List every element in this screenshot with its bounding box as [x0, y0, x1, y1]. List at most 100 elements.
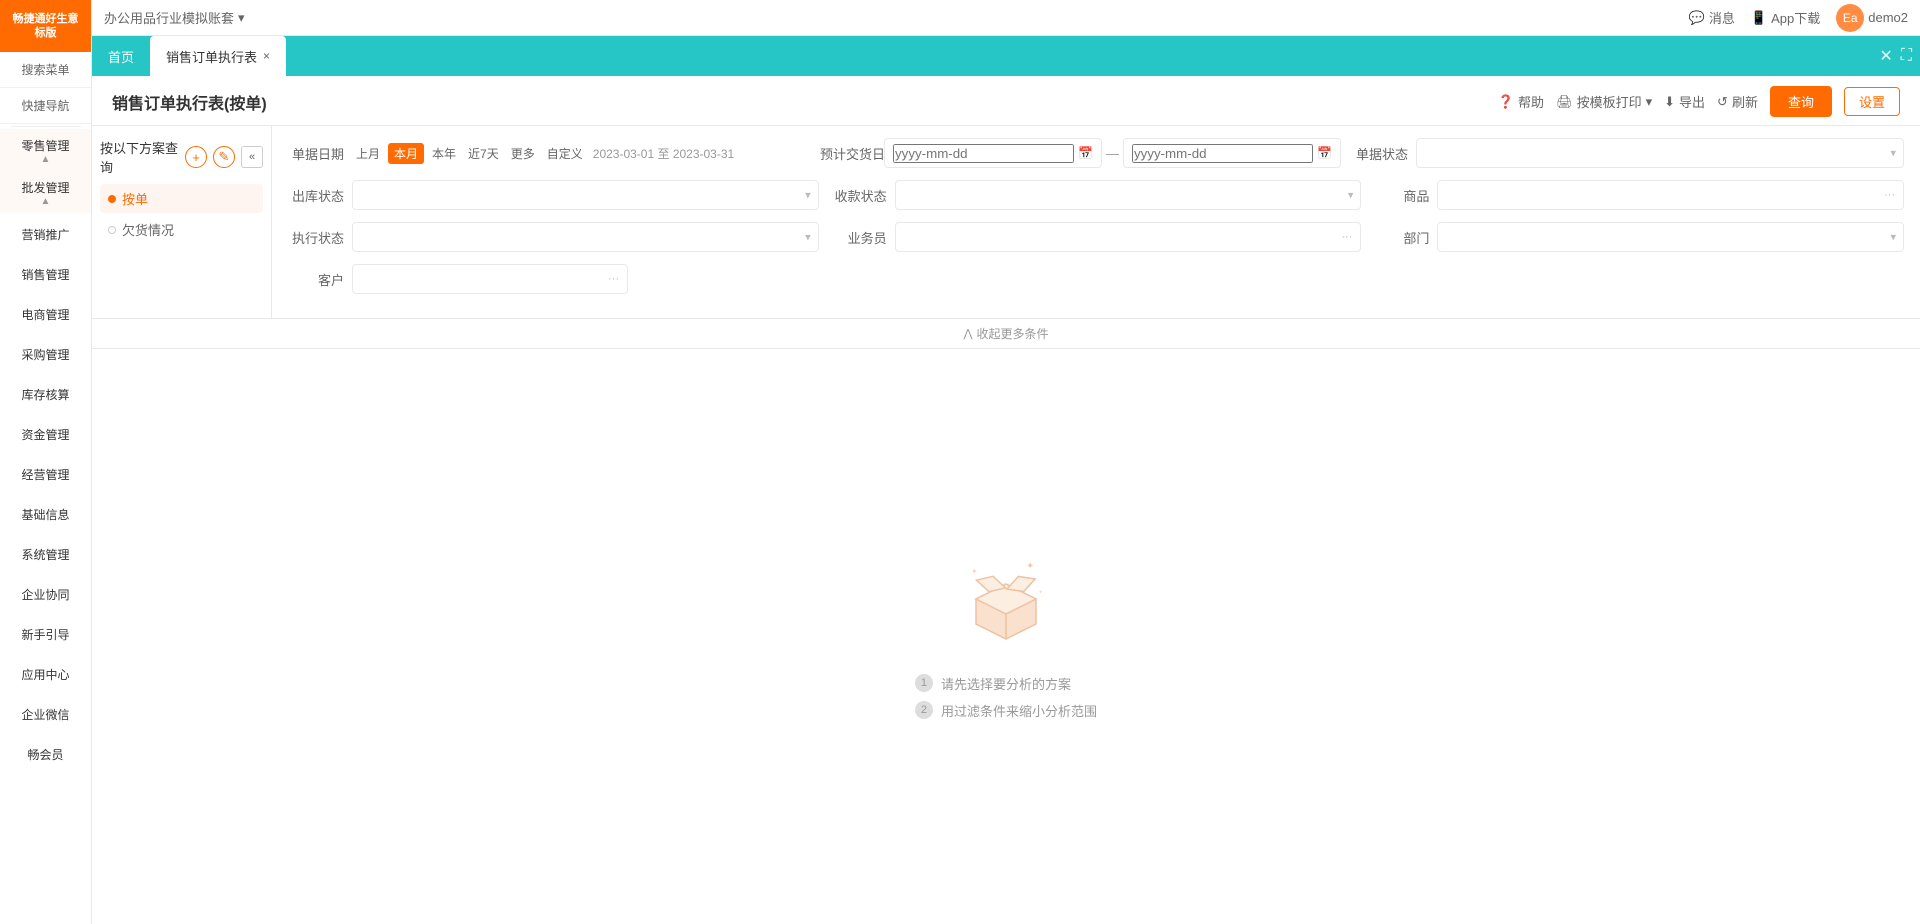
sidebar-item-ecommerce[interactable]: 电商管理: [0, 293, 92, 333]
delivery-status-select[interactable]: [352, 180, 819, 210]
salesperson-more-icon[interactable]: ···: [1341, 231, 1352, 243]
help-button[interactable]: ❓ 帮助: [1498, 92, 1544, 111]
topbar-user[interactable]: Ea demo2: [1836, 4, 1908, 32]
sidebar-item-wechat[interactable]: 企业微信: [0, 693, 92, 733]
sidebar-item-operations[interactable]: 经营管理: [0, 453, 92, 493]
sidebar-item-enterprise-label: 企业协同: [21, 586, 69, 603]
svg-text:✦: ✦: [1026, 561, 1034, 572]
exec-status-select[interactable]: [352, 222, 819, 252]
salesperson-input[interactable]: ···: [895, 222, 1362, 252]
tab-expand-button[interactable]: ⛶: [1901, 47, 1912, 65]
sidebar-item-system[interactable]: 系统管理: [0, 533, 92, 573]
query-button[interactable]: 查询: [1770, 86, 1832, 117]
plan-active-dot: [108, 195, 116, 203]
filter-salesperson-label: 业务员: [831, 228, 887, 247]
sidebar-item-inventory[interactable]: 库存核算: [0, 373, 92, 413]
sidebar-item-app-center-label: 应用中心: [21, 666, 69, 683]
sidebar-quick-nav[interactable]: 快捷导航: [0, 88, 92, 124]
tab-close-icon[interactable]: ×: [263, 49, 270, 63]
sidebar-item-wechat-label: 企业微信: [21, 706, 69, 723]
date-separator: —: [1106, 146, 1119, 161]
filter-plan-actions: + ✎ «: [185, 146, 263, 168]
export-button[interactable]: ⬇ 导出: [1664, 92, 1705, 111]
add-plan-button[interactable]: +: [185, 146, 207, 168]
sidebar-item-retail-arrow: ▲: [41, 154, 51, 165]
sidebar-item-sales[interactable]: 销售管理: [0, 253, 92, 293]
sidebar-logo-text: 畅捷通好生意: [13, 12, 79, 26]
sidebar-item-marketing[interactable]: 营销推广: [0, 213, 92, 253]
sidebar-item-wholesale[interactable]: 批发管理 ▲: [0, 171, 92, 213]
filter-field-product: 商品 ···: [1373, 180, 1904, 210]
expected-date-start-input[interactable]: [893, 144, 1074, 163]
filter-field-expected-date: 预计交货日期 📅 — 📅: [820, 138, 1340, 168]
sidebar-item-member[interactable]: 畅会员: [0, 733, 92, 773]
dept-select[interactable]: [1437, 222, 1904, 252]
sidebar-item-enterprise[interactable]: 企业协同: [0, 573, 92, 613]
export-label: 导出: [1679, 92, 1705, 111]
sidebar-search-label: 搜索菜单: [21, 61, 69, 78]
empty-tip-1-text: 请先选择要分析的方案: [941, 674, 1071, 693]
svg-text:✦: ✦: [971, 567, 978, 576]
filter-field-delivery-status: 出库状态: [288, 180, 819, 210]
sidebar-item-inventory-label: 库存核算: [21, 386, 69, 403]
settings-button[interactable]: 设置: [1844, 87, 1900, 116]
sidebar-item-marketing-label: 营销推广: [21, 226, 69, 243]
empty-tip-1: 1 请先选择要分析的方案: [915, 674, 1097, 693]
sidebar: 畅捷通好生意 标版 搜索菜单 快捷导航 零售管理 ▲ 批发管理 ▲ 营销推广 销…: [0, 0, 92, 924]
filter-plan-title: 按以下方案查询: [100, 138, 185, 176]
customer-more-icon[interactable]: ···: [608, 273, 619, 285]
print-button[interactable]: 🖨 按模板打印 ▾: [1556, 92, 1652, 111]
plan-item-按单[interactable]: 按单: [100, 184, 263, 213]
filter-field-dept: 部门: [1373, 222, 1904, 252]
filter-dept-label: 部门: [1373, 228, 1429, 247]
customer-input[interactable]: ···: [352, 264, 628, 294]
date-tab-this-month[interactable]: 本月: [388, 143, 424, 164]
sidebar-item-finance-label: 资金管理: [21, 426, 69, 443]
topbar-app-download[interactable]: 📱 App下载: [1751, 8, 1820, 27]
exec-status-select-wrapper: [352, 222, 819, 252]
doc-status-select[interactable]: [1416, 138, 1904, 168]
topbar-title-text: 办公用品行业模拟账套: [104, 8, 234, 27]
sidebar-item-retail[interactable]: 零售管理 ▲: [0, 129, 92, 171]
print-label: 按模板打印: [1577, 92, 1642, 111]
sidebar-item-finance[interactable]: 资金管理: [0, 413, 92, 453]
payment-status-select[interactable]: [895, 180, 1362, 210]
tab-sales-execution[interactable]: 销售订单执行表 ×: [150, 36, 286, 76]
sidebar-search[interactable]: 搜索菜单: [0, 52, 92, 88]
expected-date-end-input[interactable]: [1132, 144, 1313, 163]
topbar-title-arrow[interactable]: ▾: [238, 10, 245, 26]
sidebar-item-basic-info[interactable]: 基础信息: [0, 493, 92, 533]
product-input[interactable]: ···: [1437, 180, 1904, 210]
expected-date-start[interactable]: 📅: [884, 138, 1102, 168]
edit-plan-button[interactable]: ✎: [213, 146, 235, 168]
sidebar-item-basic-info-label: 基础信息: [21, 506, 69, 523]
sidebar-item-purchase[interactable]: 采购管理: [0, 333, 92, 373]
empty-state: ✦ ✦ ✦ 1 请先选择要分析的方案 2 用过滤条件来缩小分析范围: [92, 349, 1920, 924]
collapse-plan-button[interactable]: «: [241, 146, 263, 168]
date-tab-more[interactable]: 更多: [507, 143, 539, 164]
doc-status-select-wrapper: [1416, 138, 1904, 168]
filter-date-label: 单据日期: [288, 144, 344, 163]
expected-date-end[interactable]: 📅: [1123, 138, 1341, 168]
refresh-button[interactable]: ↺ 刷新: [1717, 92, 1758, 111]
tab-close-all-button[interactable]: ✕: [1879, 46, 1892, 66]
date-tab-last-7days[interactable]: 近7天: [464, 143, 503, 164]
sidebar-divider-1: [11, 126, 81, 127]
date-tab-this-year[interactable]: 本年: [428, 143, 460, 164]
collapse-more-bar[interactable]: ⋀ 收起更多条件: [92, 319, 1920, 349]
date-tab-custom[interactable]: 自定义: [543, 143, 587, 164]
date-tabs: 上月 本月 本年 近7天 更多 自定义: [352, 143, 587, 164]
sidebar-item-app-center[interactable]: 应用中心: [0, 653, 92, 693]
product-more-icon[interactable]: ···: [1884, 189, 1895, 201]
avatar: Ea: [1836, 4, 1864, 32]
tab-home[interactable]: 首页: [92, 36, 150, 76]
plan-item-欠货情况[interactable]: 欠货情况: [100, 215, 263, 244]
sidebar-item-guide[interactable]: 新手引导: [0, 613, 92, 653]
filter-row-4: 客户 ···: [288, 264, 1904, 294]
topbar-msg[interactable]: 💬 消息: [1689, 8, 1735, 27]
sidebar-item-sales-label: 销售管理: [21, 266, 69, 283]
refresh-icon: ↺: [1717, 94, 1728, 110]
sidebar-quick-label: 快捷导航: [21, 97, 69, 114]
calendar-icon-start: 📅: [1078, 146, 1093, 160]
date-tab-last-month[interactable]: 上月: [352, 143, 384, 164]
